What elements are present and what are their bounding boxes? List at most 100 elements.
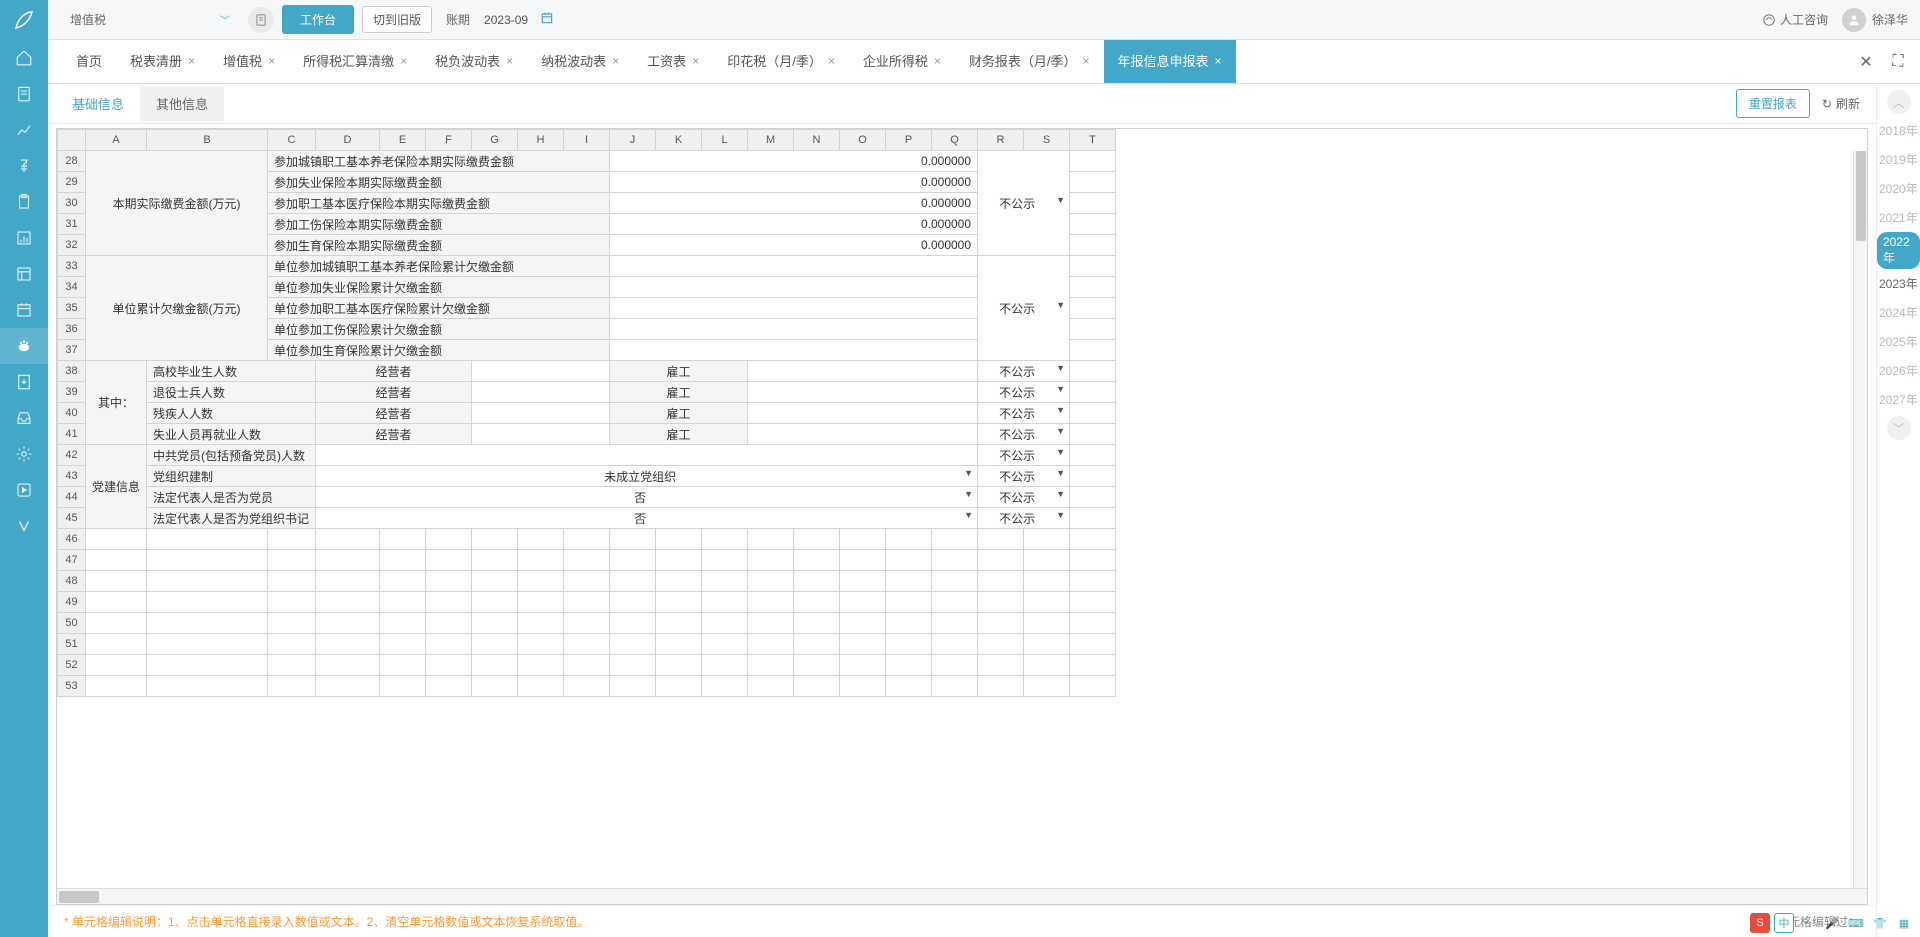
- tab-6[interactable]: 工资表×: [633, 40, 713, 83]
- tab-close-icon[interactable]: ×: [1083, 54, 1090, 68]
- cell[interactable]: [426, 676, 472, 697]
- cell[interactable]: [702, 592, 748, 613]
- col-Q[interactable]: Q: [932, 130, 978, 151]
- tab-5[interactable]: 纳税波动表×: [527, 40, 633, 83]
- cell[interactable]: [610, 634, 656, 655]
- col-M[interactable]: M: [748, 130, 794, 151]
- year-2019年[interactable]: 2019年: [1877, 145, 1920, 174]
- cell[interactable]: [840, 571, 886, 592]
- cell[interactable]: [1024, 613, 1070, 634]
- cell[interactable]: [794, 676, 840, 697]
- col-H[interactable]: H: [518, 130, 564, 151]
- cell[interactable]: [702, 529, 748, 550]
- cell[interactable]: [268, 529, 316, 550]
- cell[interactable]: [147, 613, 268, 634]
- year-2023年[interactable]: 2023年: [1877, 269, 1920, 298]
- g3-v2[interactable]: [748, 403, 978, 424]
- cell[interactable]: [380, 676, 426, 697]
- cell[interactable]: [794, 655, 840, 676]
- g3-v1[interactable]: [472, 382, 610, 403]
- col-B[interactable]: B: [147, 130, 268, 151]
- cell[interactable]: [564, 676, 610, 697]
- col-S[interactable]: S: [1024, 130, 1070, 151]
- g3-v2[interactable]: [748, 382, 978, 403]
- cell[interactable]: [748, 592, 794, 613]
- cell[interactable]: [268, 655, 316, 676]
- tab-10[interactable]: 年报信息申报表×: [1104, 40, 1236, 83]
- col-J[interactable]: J: [610, 130, 656, 151]
- cell[interactable]: [268, 550, 316, 571]
- col-L[interactable]: L: [702, 130, 748, 151]
- cell[interactable]: [840, 550, 886, 571]
- cell[interactable]: [86, 592, 147, 613]
- cell[interactable]: [656, 592, 702, 613]
- g3-v1[interactable]: [472, 403, 610, 424]
- cell[interactable]: [564, 592, 610, 613]
- cell[interactable]: [656, 655, 702, 676]
- cell[interactable]: [748, 655, 794, 676]
- nav-clipboard-icon[interactable]: [0, 184, 48, 220]
- cell[interactable]: [426, 655, 472, 676]
- g2-value[interactable]: [610, 256, 978, 277]
- cell[interactable]: [380, 655, 426, 676]
- tab-4[interactable]: 税负波动表×: [421, 40, 527, 83]
- nav-chart-icon[interactable]: [0, 112, 48, 148]
- cell[interactable]: [1070, 487, 1116, 508]
- cell[interactable]: [147, 634, 268, 655]
- subtab-basic[interactable]: 基础信息: [56, 86, 140, 121]
- cell[interactable]: [932, 592, 978, 613]
- row-34[interactable]: 34: [58, 277, 86, 298]
- cell[interactable]: [794, 592, 840, 613]
- cell[interactable]: [518, 676, 564, 697]
- workbench-button[interactable]: 工作台: [282, 5, 354, 34]
- refresh-button[interactable]: ↻ 刷新: [1822, 95, 1860, 112]
- cell[interactable]: [702, 634, 748, 655]
- cell[interactable]: [932, 655, 978, 676]
- nav-inbox-icon[interactable]: [0, 400, 48, 436]
- cell[interactable]: [1070, 424, 1116, 445]
- cell[interactable]: [1024, 634, 1070, 655]
- g2-value[interactable]: [610, 277, 978, 298]
- nav-home-icon[interactable]: [0, 40, 48, 76]
- cell[interactable]: [564, 634, 610, 655]
- cell[interactable]: [932, 529, 978, 550]
- nav-settings-icon[interactable]: [0, 436, 48, 472]
- g2-value[interactable]: [610, 319, 978, 340]
- vertical-scrollbar[interactable]: [1853, 151, 1867, 888]
- cell[interactable]: [380, 592, 426, 613]
- cell[interactable]: [1070, 277, 1116, 298]
- cell[interactable]: [702, 550, 748, 571]
- row-40[interactable]: 40: [58, 403, 86, 424]
- nav-active-icon[interactable]: [0, 328, 48, 364]
- cell[interactable]: [794, 634, 840, 655]
- cell[interactable]: [518, 592, 564, 613]
- row-51[interactable]: 51: [58, 634, 86, 655]
- cell[interactable]: [610, 676, 656, 697]
- row-44[interactable]: 44: [58, 487, 86, 508]
- cell[interactable]: [1070, 550, 1116, 571]
- nav-export-icon[interactable]: [0, 364, 48, 400]
- year-2027年[interactable]: 2027年: [1877, 385, 1920, 414]
- cell[interactable]: [316, 571, 380, 592]
- tab-close-icon[interactable]: ×: [506, 54, 513, 68]
- cell[interactable]: [1024, 655, 1070, 676]
- cell[interactable]: [840, 655, 886, 676]
- row-33[interactable]: 33: [58, 256, 86, 277]
- g1-disc[interactable]: 不公示▼: [978, 151, 1070, 256]
- tab-8[interactable]: 企业所得税×: [849, 40, 955, 83]
- cell[interactable]: [748, 550, 794, 571]
- tab-1[interactable]: 税表清册×: [116, 40, 209, 83]
- cell[interactable]: [656, 634, 702, 655]
- cell[interactable]: [886, 550, 932, 571]
- row-39[interactable]: 39: [58, 382, 86, 403]
- dropdown-cell[interactable]: 不公示▼: [978, 466, 1070, 487]
- tab-close-icon[interactable]: ×: [692, 54, 699, 68]
- cell[interactable]: [426, 634, 472, 655]
- year-up-button[interactable]: ︿: [1887, 90, 1911, 114]
- cell[interactable]: [147, 550, 268, 571]
- g1-value[interactable]: 0.000000: [610, 235, 978, 256]
- cell[interactable]: [472, 571, 518, 592]
- cell[interactable]: [1070, 508, 1116, 529]
- row-43[interactable]: 43: [58, 466, 86, 487]
- nav-template-icon[interactable]: [0, 256, 48, 292]
